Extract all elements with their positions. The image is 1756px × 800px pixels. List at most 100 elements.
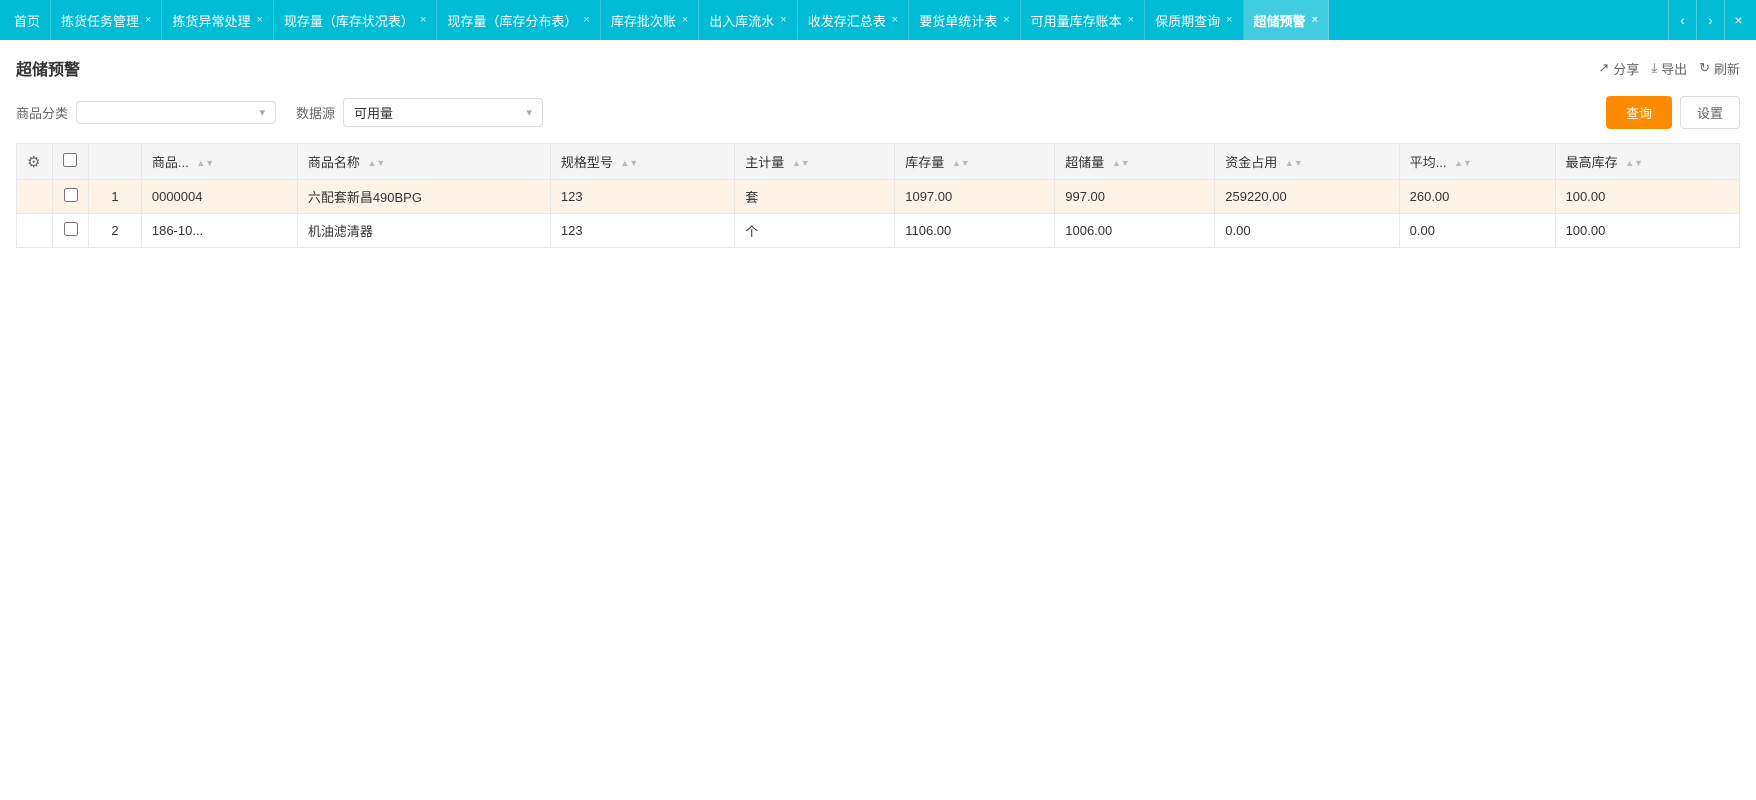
th-avg[interactable]: 平均... ▲▼ <box>1399 144 1555 180</box>
tab-stock-status[interactable]: 现存量（库存状况表） × <box>274 0 437 40</box>
tab-stock-dist-close[interactable]: × <box>583 14 589 26</box>
share-icon: ↗ <box>1598 60 1609 76</box>
tab-stock-status-close[interactable]: × <box>420 14 426 26</box>
td-spec-1: 123 <box>550 214 734 248</box>
refresh-action[interactable]: ↻ 刷新 <box>1699 59 1740 78</box>
td-check-0 <box>53 180 89 214</box>
select-all-checkbox[interactable] <box>63 153 77 167</box>
td-stock-qty-0: 1097.00 <box>895 180 1055 214</box>
export-label: 导出 <box>1661 59 1687 78</box>
filter-actions: 查询 设置 <box>1606 96 1740 129</box>
page-header: 超储预警 ↗ 分享 ⤓ 导出 ↻ 刷新 <box>16 56 1740 80</box>
td-avg-0: 260.00 <box>1399 180 1555 214</box>
tab-in-out-flow-close[interactable]: × <box>780 14 786 26</box>
td-capital-occupy-0: 259220.00 <box>1215 180 1399 214</box>
row-checkbox-1[interactable] <box>64 222 78 236</box>
topbar-prev-arrow[interactable]: ‹ <box>1668 0 1696 40</box>
tab-overstock-warn-close[interactable]: × <box>1312 14 1318 26</box>
td-gear-0 <box>17 180 53 214</box>
td-capital-occupy-1: 0.00 <box>1215 214 1399 248</box>
td-goods-name-0: 六配套新昌490BPG <box>297 180 550 214</box>
settings-button[interactable]: 设置 <box>1680 96 1740 129</box>
datasource-dropdown-icon: ▾ <box>527 106 533 119</box>
th-max-stock[interactable]: 最高库存 ▲▼ <box>1555 144 1739 180</box>
gear-settings-icon[interactable]: ⚙ <box>27 154 40 171</box>
tab-stock-dist[interactable]: 现存量（库存分布表） × <box>437 0 600 40</box>
tab-home-label: 首页 <box>14 11 40 30</box>
table-row: 2 186-10... 机油滤清器 123 个 1106.00 1006.00 … <box>17 214 1740 248</box>
table-header-row: ⚙ 商品... ▲▼ 商品名称 ▲▼ 规格型号 ▲▼ <box>17 144 1740 180</box>
th-goods-code[interactable]: 商品... ▲▼ <box>141 144 297 180</box>
goods-name-sort-icon: ▲▼ <box>367 159 385 168</box>
th-capital-occupy[interactable]: 资金占用 ▲▼ <box>1215 144 1399 180</box>
tab-order-stat[interactable]: 要货单统计表 × <box>909 0 1020 40</box>
tab-collect-send-label: 收发存汇总表 <box>808 11 886 30</box>
row-checkbox-0[interactable] <box>64 188 78 202</box>
td-stock-qty-1: 1106.00 <box>895 214 1055 248</box>
tab-task-mgmt[interactable]: 拣货任务管理 × <box>51 0 162 40</box>
td-num-1: 2 <box>89 214 142 248</box>
th-overstock-qty[interactable]: 超储量 ▲▼ <box>1055 144 1215 180</box>
page-actions: ↗ 分享 ⤓ 导出 ↻ 刷新 <box>1598 59 1740 78</box>
td-overstock-qty-0: 997.00 <box>1055 180 1215 214</box>
tab-in-out-flow[interactable]: 出入库流水 × <box>699 0 797 40</box>
share-action[interactable]: ↗ 分享 <box>1598 59 1639 78</box>
td-max-stock-0: 100.00 <box>1555 180 1739 214</box>
tab-batch-ledger-close[interactable]: × <box>682 14 688 26</box>
datasource-select-value: 可用量 <box>354 103 518 122</box>
spec-sort-icon: ▲▼ <box>621 159 639 168</box>
topbar-close-arrow[interactable]: × <box>1724 0 1752 40</box>
max-stock-sort-icon: ▲▼ <box>1625 159 1643 168</box>
td-check-1 <box>53 214 89 248</box>
query-button[interactable]: 查询 <box>1606 96 1672 129</box>
tab-exception-close[interactable]: × <box>256 14 262 26</box>
tab-task-mgmt-close[interactable]: × <box>145 14 151 26</box>
capital-occupy-sort-icon: ▲▼ <box>1285 159 1303 168</box>
tab-quality-check-close[interactable]: × <box>1226 14 1232 26</box>
goods-code-sort-icon: ▲▼ <box>196 159 214 168</box>
avg-sort-icon: ▲▼ <box>1454 159 1472 168</box>
tab-exception[interactable]: 拣货异常处理 × <box>162 0 273 40</box>
th-check <box>53 144 89 180</box>
tab-stock-dist-label: 现存量（库存分布表） <box>447 11 577 30</box>
td-unit-1: 个 <box>735 214 895 248</box>
data-table: ⚙ 商品... ▲▼ 商品名称 ▲▼ 规格型号 ▲▼ <box>16 143 1740 248</box>
tab-order-stat-close[interactable]: × <box>1003 14 1009 26</box>
td-spec-0: 123 <box>550 180 734 214</box>
tab-collect-send[interactable]: 收发存汇总表 × <box>798 0 909 40</box>
th-row-num <box>89 144 142 180</box>
tab-avail-ledger[interactable]: 可用量库存账本 × <box>1021 0 1145 40</box>
tab-quality-check[interactable]: 保质期查询 × <box>1145 0 1243 40</box>
tab-collect-send-close[interactable]: × <box>892 14 898 26</box>
th-stock-qty[interactable]: 库存量 ▲▼ <box>895 144 1055 180</box>
tab-exception-label: 拣货异常处理 <box>172 11 250 30</box>
th-goods-name[interactable]: 商品名称 ▲▼ <box>297 144 550 180</box>
export-action[interactable]: ⤓ 导出 <box>1651 59 1687 78</box>
tab-overstock-warn[interactable]: 超储预警 × <box>1244 0 1329 40</box>
overstock-qty-sort-icon: ▲▼ <box>1112 159 1130 168</box>
td-goods-code-1: 186-10... <box>141 214 297 248</box>
share-label: 分享 <box>1613 59 1639 78</box>
topbar: 首页 拣货任务管理 × 拣货异常处理 × 现存量（库存状况表） × 现存量（库存… <box>0 0 1756 40</box>
tab-order-stat-label: 要货单统计表 <box>919 11 997 30</box>
th-unit[interactable]: 主计量 ▲▼ <box>735 144 895 180</box>
tab-avail-ledger-close[interactable]: × <box>1128 14 1134 26</box>
topbar-arrows: ‹ › × <box>1668 0 1752 40</box>
tab-stock-status-label: 现存量（库存状况表） <box>284 11 414 30</box>
td-max-stock-1: 100.00 <box>1555 214 1739 248</box>
tab-home[interactable]: 首页 <box>4 0 51 40</box>
datasource-label: 数据源 <box>296 103 335 122</box>
th-gear: ⚙ <box>17 144 53 180</box>
category-select[interactable]: ▾ <box>76 101 276 124</box>
td-goods-code-0: 0000004 <box>141 180 297 214</box>
tab-quality-check-label: 保质期查询 <box>1155 11 1220 30</box>
tab-task-mgmt-label: 拣货任务管理 <box>61 11 139 30</box>
tab-batch-ledger[interactable]: 库存批次账 × <box>601 0 699 40</box>
table-row: 1 0000004 六配套新昌490BPG 123 套 1097.00 997.… <box>17 180 1740 214</box>
stock-qty-sort-icon: ▲▼ <box>952 159 970 168</box>
th-spec[interactable]: 规格型号 ▲▼ <box>550 144 734 180</box>
datasource-select[interactable]: 可用量 ▾ <box>343 98 543 127</box>
category-label: 商品分类 <box>16 103 68 122</box>
unit-sort-icon: ▲▼ <box>792 159 810 168</box>
topbar-next-arrow[interactable]: › <box>1696 0 1724 40</box>
